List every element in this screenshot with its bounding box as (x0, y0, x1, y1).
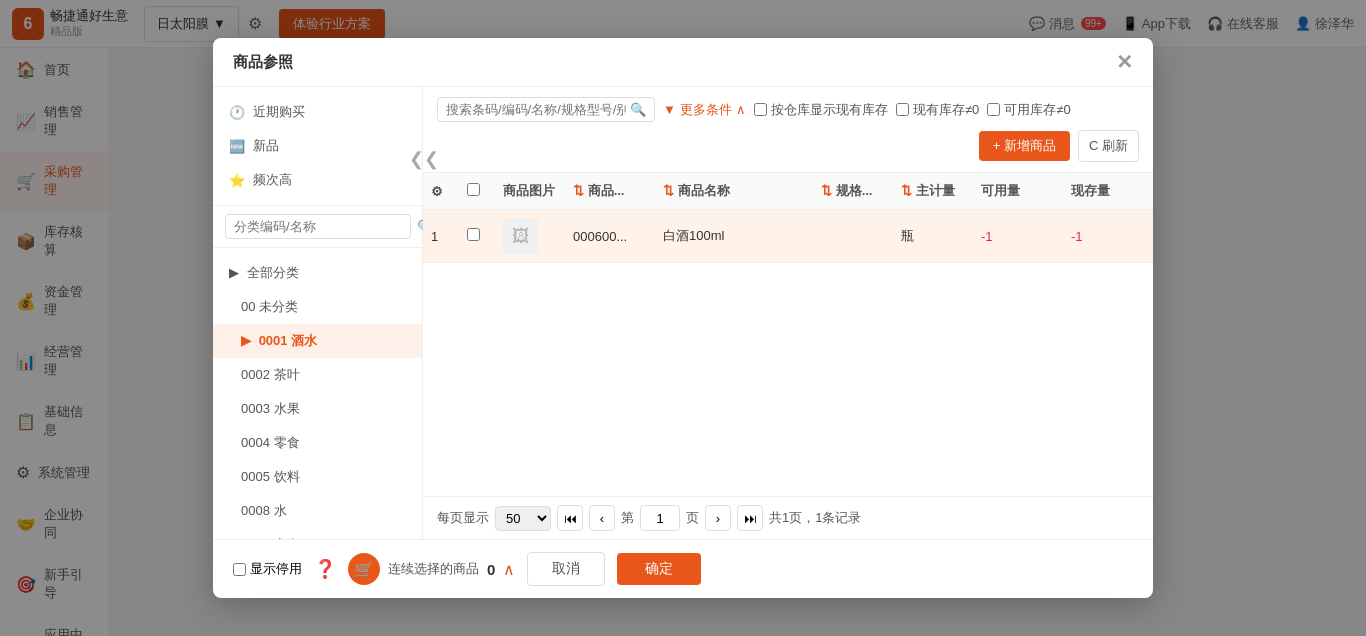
cat-liquor[interactable]: ▶ 0001 酒水 (213, 324, 422, 358)
cart-count: 0 (487, 561, 495, 578)
available-stock-input[interactable] (987, 103, 1000, 116)
filter-row: 🔍 ▼ 更多条件 ∧ 按仓库显示现有库存 现有库存≠0 可用库存≠0 (423, 87, 1153, 173)
col-checkbox (459, 173, 495, 210)
modal-body: 🕐 近期购买 🆕 新品 ⭐ 频次高 ❮❮ 🔍 ▶ (213, 87, 1153, 539)
new-icon: 🆕 (229, 139, 245, 154)
cat-water[interactable]: 0008 水 (213, 494, 422, 528)
has-stock-checkbox[interactable]: 现有库存≠0 (896, 101, 979, 119)
available-stock-checkbox[interactable]: 可用库存≠0 (987, 101, 1070, 119)
col-name[interactable]: ⇅ 商品名称 (655, 173, 813, 210)
shortcut-frequent[interactable]: ⭐ 频次高 (213, 163, 422, 197)
row-spec-cell (813, 210, 893, 263)
shortcut-new[interactable]: 🆕 新品 (213, 129, 422, 163)
show-disabled-checkbox[interactable]: 显示停用 (233, 560, 302, 578)
cat-uncategorized[interactable]: 00 未分类 (213, 290, 422, 324)
modal-title: 商品参照 (233, 53, 293, 72)
row-checkbox[interactable] (467, 228, 480, 241)
has-stock-input[interactable] (896, 103, 909, 116)
shortcut-recent[interactable]: 🕐 近期购买 (213, 95, 422, 129)
col-stock[interactable]: 现存量 (1063, 173, 1153, 210)
col-image: 商品图片 (495, 173, 565, 210)
page-prev-btn[interactable]: ‹ (589, 505, 615, 531)
page-number-input[interactable] (640, 505, 680, 531)
row-index: 1 (423, 210, 459, 263)
star-icon: ⭐ (229, 173, 245, 188)
col-settings[interactable]: ⚙ (423, 173, 459, 210)
show-disabled-input[interactable] (233, 563, 246, 576)
filter-search-wrap: 🔍 (437, 97, 655, 122)
table-header-row: ⚙ 商品图片 ⇅ 商品... (423, 173, 1153, 210)
row-unit-cell: 瓶 (893, 210, 973, 263)
product-table: ⚙ 商品图片 ⇅ 商品... (423, 173, 1153, 263)
sort-icon-unit: ⇅ (901, 183, 912, 198)
col-available[interactable]: 可用量 (973, 173, 1063, 210)
recent-icon: 🕐 (229, 105, 245, 120)
filter-search-icon[interactable]: 🔍 (630, 102, 646, 117)
per-page-select[interactable]: 50 100 200 (495, 506, 551, 531)
show-in-stock-checkbox[interactable]: 按仓库显示现有库存 (754, 101, 888, 119)
row-image-cell: 🖼 (495, 210, 565, 263)
shortcuts-area: 🕐 近期购买 🆕 新品 ⭐ 频次高 (213, 87, 422, 206)
product-thumb: 🖼 (503, 218, 539, 254)
page-next-btn[interactable]: › (705, 505, 731, 531)
cart-icon[interactable]: 🛒 (348, 553, 380, 585)
category-search-row: 🔍 (213, 206, 422, 248)
footer-cart: 🛒 连续选择的商品 0 ∧ (348, 553, 515, 585)
help-icon[interactable]: ❓ (314, 558, 336, 580)
product-table-wrap: ⚙ 商品图片 ⇅ 商品... (423, 173, 1153, 496)
col-spec[interactable]: ⇅ 规格... (813, 173, 893, 210)
col-code[interactable]: ⇅ 商品... (565, 173, 655, 210)
row-code-cell: 000600... (565, 210, 655, 263)
cat-fruit[interactable]: 0003 水果 (213, 392, 422, 426)
row-available-cell: -1 (973, 210, 1063, 263)
cat-appliance[interactable]: 0010 家电 (213, 528, 422, 539)
modal-close-button[interactable]: ✕ (1116, 52, 1133, 72)
filter-more-btn[interactable]: ▼ 更多条件 ∧ (663, 101, 746, 119)
modal-footer: 显示停用 ❓ 🛒 连续选择的商品 0 ∧ 取消 确定 (213, 539, 1153, 598)
filter-icon: ▼ (663, 102, 676, 117)
cat-snack[interactable]: 0004 零食 (213, 426, 422, 460)
sort-icon-name: ⇅ (663, 183, 674, 198)
show-in-stock-input[interactable] (754, 103, 767, 116)
col-unit[interactable]: ⇅ 主计量 (893, 173, 973, 210)
refresh-btn[interactable]: C 刷新 (1078, 130, 1139, 162)
page-first-btn[interactable]: ⏮ (557, 505, 583, 531)
add-product-btn[interactable]: + 新增商品 (979, 131, 1070, 161)
modal-header: 商品参照 ✕ (213, 38, 1153, 87)
cat-drink[interactable]: 0005 饮料 (213, 460, 422, 494)
select-all-checkbox[interactable] (467, 183, 480, 196)
sort-icon-spec: ⇅ (821, 183, 832, 198)
cat-all[interactable]: ▶ 全部分类 (213, 256, 422, 290)
confirm-button[interactable]: 确定 (617, 553, 701, 585)
row-name-cell: 白酒100ml (655, 210, 813, 263)
category-search-input[interactable] (225, 214, 411, 239)
cancel-button[interactable]: 取消 (527, 552, 605, 586)
modal-dialog: 商品参照 ✕ 🕐 近期购买 🆕 新品 ⭐ 频次高 ❮❮ (213, 38, 1153, 598)
pagination-total: 共1页，1条记录 (769, 509, 861, 527)
cat-tea[interactable]: 0002 茶叶 (213, 358, 422, 392)
sort-icon-code: ⇅ (573, 183, 584, 198)
right-panel: 🔍 ▼ 更多条件 ∧ 按仓库显示现有库存 现有库存≠0 可用库存≠0 (423, 87, 1153, 539)
table-row[interactable]: 1 🖼 000600... (423, 210, 1153, 263)
left-panel: 🕐 近期购买 🆕 新品 ⭐ 频次高 ❮❮ 🔍 ▶ (213, 87, 423, 539)
pagination-row: 每页显示 50 100 200 ⏮ ‹ 第 页 › ⏭ 共1页，1条记录 (423, 496, 1153, 539)
row-checkbox-cell[interactable] (459, 210, 495, 263)
left-panel-collapse-btn[interactable]: ❮❮ (409, 148, 439, 170)
category-tree: ▶ 全部分类 00 未分类 ▶ 0001 酒水 0002 茶叶 0003 水果 (213, 248, 422, 539)
row-stock-cell: -1 (1063, 210, 1153, 263)
page-last-btn[interactable]: ⏭ (737, 505, 763, 531)
filter-search-input[interactable] (446, 98, 626, 121)
collapse-up-btn[interactable]: ∧ (503, 560, 515, 579)
